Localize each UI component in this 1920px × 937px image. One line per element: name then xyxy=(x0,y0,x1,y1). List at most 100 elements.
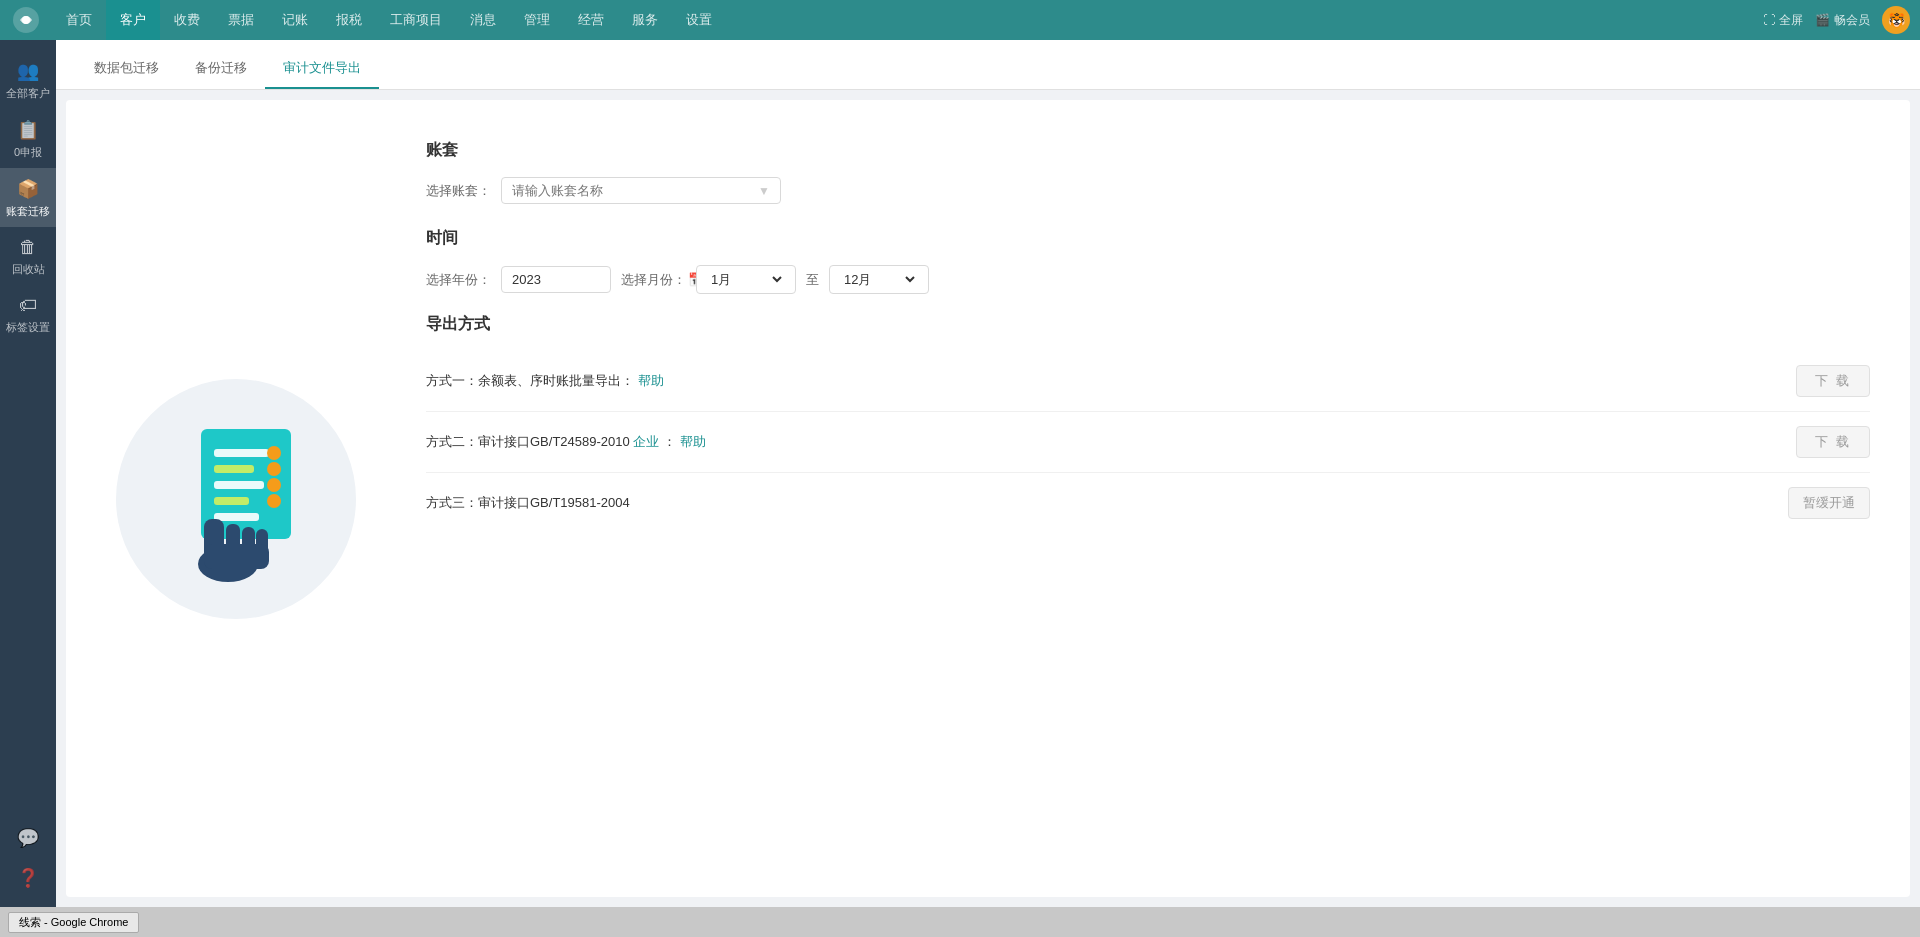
sidebar-item-all-customers[interactable]: 👥 全部客户 xyxy=(0,50,56,109)
migration-icon: 📦 xyxy=(17,178,39,200)
svg-point-11 xyxy=(267,494,281,508)
svg-rect-3 xyxy=(214,449,269,457)
export-method-3: 方式三：审计接口GB/T19581-2004 暂缓开通 xyxy=(426,473,1870,533)
taskbar-item-chrome[interactable]: 线索 - Google Chrome xyxy=(8,912,139,933)
account-set-row: 选择账套： ▼ xyxy=(426,177,1870,204)
method2-colon: ： xyxy=(663,434,676,449)
method1-download-button[interactable]: 下 载 xyxy=(1796,365,1870,397)
tabs-bar: 数据包迁移 备份迁移 审计文件导出 xyxy=(56,40,1920,90)
main-layout: 👥 全部客户 📋 0申报 📦 账套迁移 🗑 回收站 🏷 标签设置 💬 ❓ xyxy=(0,40,1920,907)
nav-manage[interactable]: 管理 xyxy=(510,0,564,40)
nav-fee[interactable]: 收费 xyxy=(160,0,214,40)
tab-backup-migration[interactable]: 备份迁移 xyxy=(177,49,265,89)
svg-rect-4 xyxy=(214,465,254,473)
member-button[interactable]: 🎬 畅会员 xyxy=(1815,12,1870,29)
month-end-select-wrapper[interactable]: 1月 2月 3月 4月 5月 6月 7月 8月 9月 10月 11月 12月 xyxy=(829,265,929,294)
svg-rect-6 xyxy=(214,497,249,505)
sidebar-item-label: 0申报 xyxy=(14,145,42,160)
export-section: 导出方式 方式一：余额表、序时账批量导出： 帮助 下 载 方式二：审计接口GB/… xyxy=(426,314,1870,533)
method2-company-link[interactable]: 企业 xyxy=(633,434,659,449)
select-account-label: 选择账套： xyxy=(426,182,491,200)
help-icon: ❓ xyxy=(17,867,39,889)
dropdown-icon: ▼ xyxy=(758,184,770,198)
page-content: 账套 选择账套： ▼ 时间 选择年份： 📅 选择月份： xyxy=(66,100,1910,897)
svg-point-8 xyxy=(267,446,281,460)
sidebar-item-label: 回收站 xyxy=(12,262,45,277)
top-nav-right: ⛶ 全屏 🎬 畅会员 🐯 xyxy=(1763,6,1910,34)
tab-data-migration[interactable]: 数据包迁移 xyxy=(76,49,177,89)
top-navigation: 首页 客户 收费 票据 记账 报税 工商项目 消息 管理 经营 服务 设置 ⛶ … xyxy=(0,0,1920,40)
export-method-1: 方式一：余额表、序时账批量导出： 帮助 下 载 xyxy=(426,351,1870,412)
sidebar-item-recycle[interactable]: 🗑 回收站 xyxy=(0,227,56,285)
fullscreen-label: 全屏 xyxy=(1779,12,1803,29)
time-row: 选择年份： 📅 选择月份： 1月 2月 3月 4月 5月 6月 xyxy=(426,265,1870,294)
customers-icon: 👥 xyxy=(17,60,39,82)
method2-label: 方式二：审计接口GB/T24589-2010 xyxy=(426,434,630,449)
method3-label: 方式三：审计接口GB/T19581-2004 xyxy=(426,495,630,510)
illustration-area xyxy=(106,130,366,867)
nav-items: 首页 客户 收费 票据 记账 报税 工商项目 消息 管理 经营 服务 设置 xyxy=(52,0,1763,40)
sidebar-item-migration[interactable]: 📦 账套迁移 xyxy=(0,168,56,227)
tab-audit-export[interactable]: 审计文件导出 xyxy=(265,49,379,89)
account-input[interactable] xyxy=(512,183,752,198)
method2-download-button[interactable]: 下 载 xyxy=(1796,426,1870,458)
svg-rect-5 xyxy=(214,481,264,489)
account-input-wrapper[interactable]: ▼ xyxy=(501,177,781,204)
nav-service[interactable]: 服务 xyxy=(618,0,672,40)
nav-tax[interactable]: 报税 xyxy=(322,0,376,40)
member-label: 畅会员 xyxy=(1834,12,1870,29)
year-label: 选择年份： xyxy=(426,271,491,289)
method2-text: 方式二：审计接口GB/T24589-2010 企业 ： 帮助 xyxy=(426,433,706,451)
time-title: 时间 xyxy=(426,228,1870,249)
year-input-wrapper[interactable]: 📅 xyxy=(501,266,611,293)
export-method-title: 导出方式 xyxy=(426,314,1870,335)
sidebar-item-zero-declare[interactable]: 📋 0申报 xyxy=(0,109,56,168)
form-area: 账套 选择账套： ▼ 时间 选择年份： 📅 选择月份： xyxy=(426,130,1870,867)
method1-label: 方式一：余额表、序时账批量导出： xyxy=(426,373,634,388)
fullscreen-button[interactable]: ⛶ 全屏 xyxy=(1763,12,1803,29)
sidebar-item-label: 全部客户 xyxy=(6,86,50,101)
method1-text: 方式一：余额表、序时账批量导出： 帮助 xyxy=(426,372,664,390)
nav-message[interactable]: 消息 xyxy=(456,0,510,40)
month-label: 选择月份： xyxy=(621,271,686,289)
svg-point-10 xyxy=(267,478,281,492)
app-logo xyxy=(10,4,42,36)
fullscreen-icon: ⛶ xyxy=(1763,13,1775,27)
avatar[interactable]: 🐯 xyxy=(1882,6,1910,34)
sidebar-item-msg[interactable]: 💬 xyxy=(0,817,56,857)
content-area: 数据包迁移 备份迁移 审计文件导出 xyxy=(56,40,1920,907)
method1-help-link[interactable]: 帮助 xyxy=(638,373,664,388)
sidebar-item-label: 标签设置 xyxy=(6,320,50,335)
nav-settings[interactable]: 设置 xyxy=(672,0,726,40)
nav-accounting[interactable]: 记账 xyxy=(268,0,322,40)
nav-business[interactable]: 工商项目 xyxy=(376,0,456,40)
account-set-title: 账套 xyxy=(426,140,1870,161)
method3-text: 方式三：审计接口GB/T19581-2004 xyxy=(426,494,630,512)
svg-point-1 xyxy=(22,16,30,24)
nav-customer[interactable]: 客户 xyxy=(106,0,160,40)
illustration-circle xyxy=(116,379,356,619)
tag-icon: 🏷 xyxy=(19,295,37,316)
method2-help-link[interactable]: 帮助 xyxy=(680,434,706,449)
sidebar: 👥 全部客户 📋 0申报 📦 账套迁移 🗑 回收站 🏷 标签设置 💬 ❓ xyxy=(0,40,56,907)
member-icon: 🎬 xyxy=(1815,13,1830,27)
svg-point-9 xyxy=(267,462,281,476)
nav-home[interactable]: 首页 xyxy=(52,0,106,40)
nav-operation[interactable]: 经营 xyxy=(564,0,618,40)
illustration-svg xyxy=(156,409,316,589)
sidebar-item-tag-settings[interactable]: 🏷 标签设置 xyxy=(0,285,56,343)
month-start-select-wrapper[interactable]: 1月 2月 3月 4月 5月 6月 7月 8月 9月 10月 11月 12月 xyxy=(696,265,796,294)
sidebar-item-label: 账套迁移 xyxy=(6,204,50,219)
sidebar-item-help[interactable]: ❓ xyxy=(0,857,56,897)
message-icon: 💬 xyxy=(17,827,39,849)
declare-icon: 📋 xyxy=(17,119,39,141)
recycle-icon: 🗑 xyxy=(19,237,37,258)
month-start-select[interactable]: 1月 2月 3月 4月 5月 6月 7月 8月 9月 10月 11月 12月 xyxy=(707,271,785,288)
sidebar-bottom: 💬 ❓ xyxy=(0,817,56,907)
svg-rect-17 xyxy=(204,544,269,569)
svg-rect-7 xyxy=(214,513,259,521)
nav-invoice[interactable]: 票据 xyxy=(214,0,268,40)
month-end-select[interactable]: 1月 2月 3月 4月 5月 6月 7月 8月 9月 10月 11月 12月 xyxy=(840,271,918,288)
method3-open-button[interactable]: 暂缓开通 xyxy=(1788,487,1870,519)
time-separator: 至 xyxy=(806,271,819,289)
